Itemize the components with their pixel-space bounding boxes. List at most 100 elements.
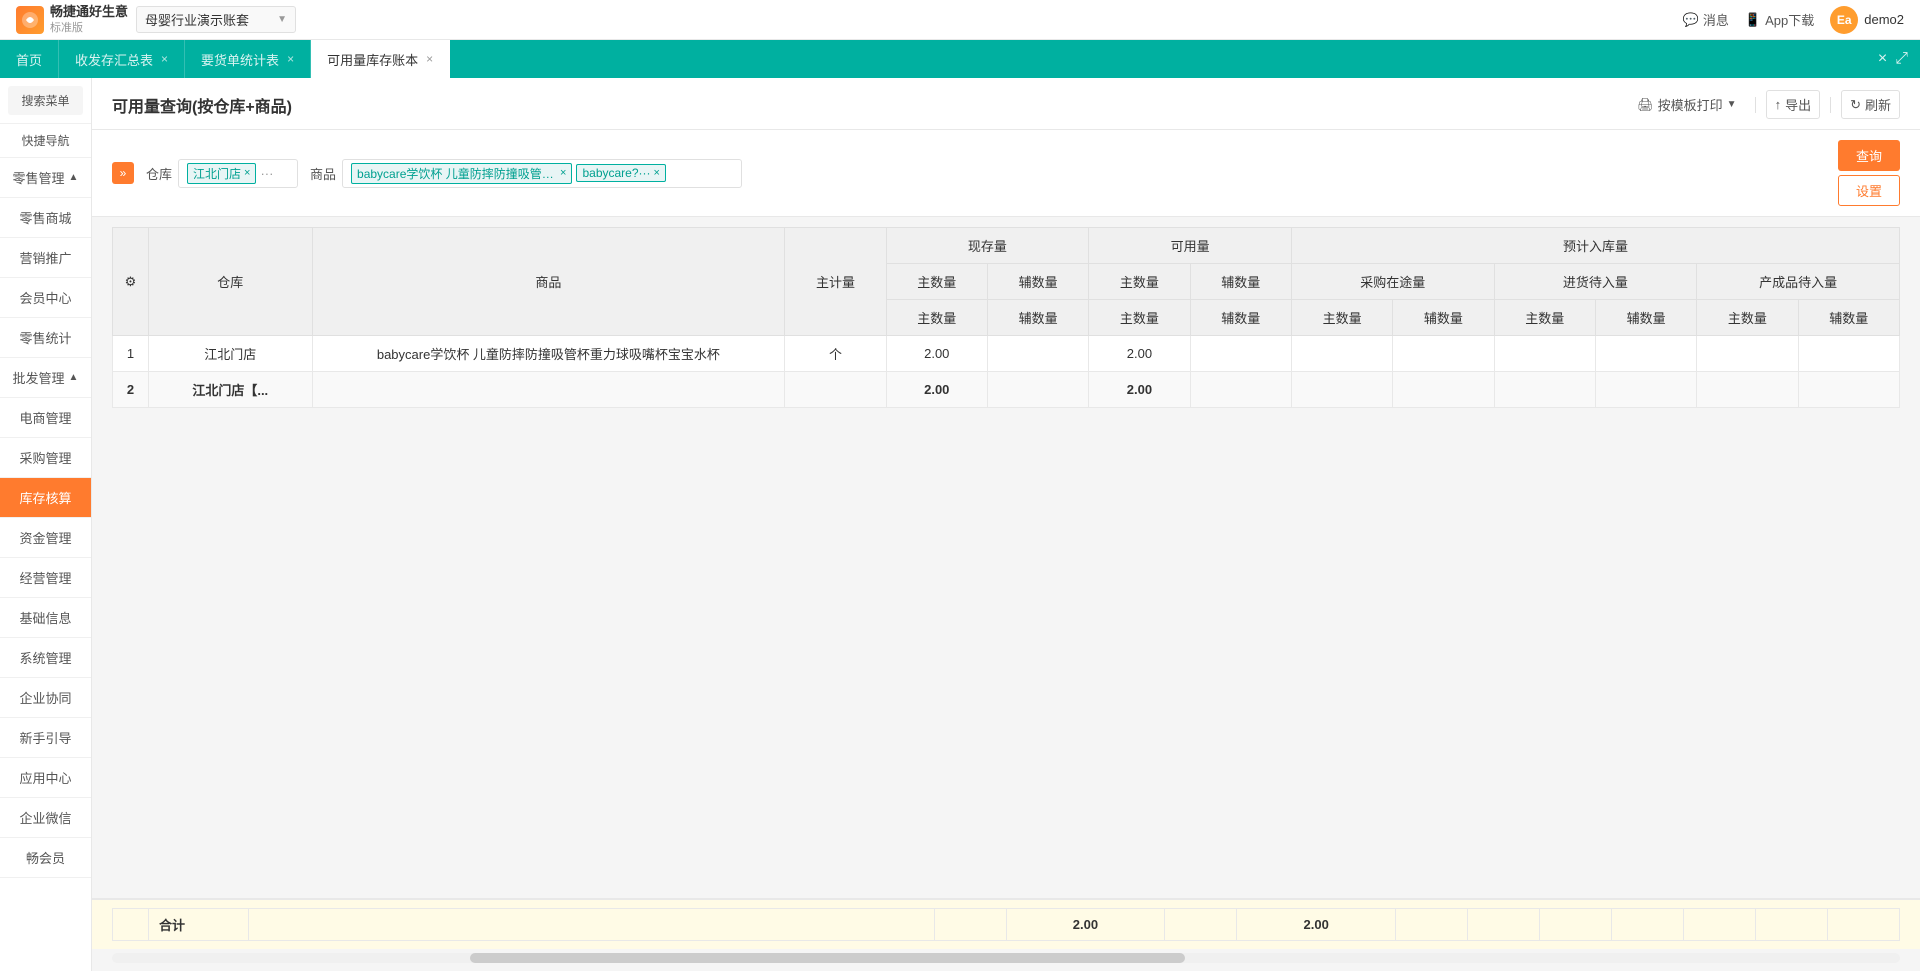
tab-available-stock[interactable]: 可用量库存账本 ×	[311, 40, 450, 78]
export-label: 导出	[1785, 95, 1811, 114]
row2-purchase-main	[1291, 372, 1392, 408]
table-row: 2 江北门店【... 2.00 2.00	[113, 372, 1900, 408]
sidebar-item-retail-mall[interactable]: 零售商城	[0, 198, 91, 238]
warehouse-filter-tags[interactable]: 江北门店 × ···	[178, 159, 298, 188]
products-pending-header: 产成品待入量	[1697, 264, 1900, 300]
product-filter-tags[interactable]: babycare学饮杯 儿童防摔防撞吸管杯重力球吸嘴杯宝宝水杯 × babyca…	[342, 159, 742, 188]
sidebar-item-system[interactable]: 系统管理	[0, 638, 91, 678]
sidebar-nav-button[interactable]: 快捷导航	[0, 124, 91, 158]
sidebar-item-ecommerce[interactable]: 电商管理	[0, 398, 91, 438]
print-icon: 🖨	[1637, 97, 1654, 113]
available-main-qty-header: 主数量	[1089, 264, 1190, 300]
row1-inbound-main	[1494, 336, 1595, 372]
warehouse-tag-close[interactable]: ×	[244, 167, 250, 179]
logo-main-text: 畅捷通好生意	[50, 4, 128, 21]
sidebar-item-app-center[interactable]: 应用中心	[0, 758, 91, 798]
top-bar: 畅捷通好生意 标准版 母婴行业演示账套 ▼ 💬 消息 📱 App下载 Ea de…	[0, 0, 1920, 40]
close-all-btn[interactable]: ×	[1878, 50, 1887, 68]
row2-inbound-main	[1494, 372, 1595, 408]
settings-gear-header[interactable]: ⚙	[113, 228, 149, 336]
logo: 畅捷通好生意 标准版	[16, 4, 128, 35]
product-tag-1-close[interactable]: ×	[560, 167, 566, 179]
print-button[interactable]: 🖨 按模板打印 ▼	[1629, 91, 1744, 118]
sidebar-member-label: 会员中心	[19, 288, 71, 307]
page-title: 可用量查询(按仓库+商品)	[112, 93, 292, 117]
row1-current-main: 2.00	[886, 336, 987, 372]
main-layout: 搜索菜单 快捷导航 零售管理 ▲ 零售商城 营销推广 会员中心 零售统计 批发管…	[0, 78, 1920, 971]
settings-button[interactable]: 设置	[1838, 175, 1900, 206]
footer-sum: 合计 2.00 2.00	[92, 898, 1920, 949]
message-button[interactable]: 💬 消息	[1683, 10, 1729, 29]
logo-sub-text: 标准版	[50, 21, 128, 35]
tab-home-label: 首页	[16, 50, 42, 69]
sidebar-item-basic[interactable]: 基础信息	[0, 598, 91, 638]
sidebar-inventory-label: 库存核算	[19, 488, 71, 507]
refresh-button[interactable]: ↻ 刷新	[1841, 90, 1900, 119]
horizontal-scrollbar[interactable]	[112, 953, 1900, 963]
sidebar-item-wechat-biz[interactable]: 企业微信	[0, 798, 91, 838]
sidebar-item-finance[interactable]: 资金管理	[0, 518, 91, 558]
sidebar-item-member[interactable]: 会员中心	[0, 278, 91, 318]
current-stock-group-header: 现存量	[886, 228, 1089, 264]
row2-purchase-aux	[1393, 372, 1494, 408]
product-tag-2-close[interactable]: ×	[654, 167, 660, 179]
sidebar-item-purchase[interactable]: 采购管理	[0, 438, 91, 478]
a-aux-h: 辅数量	[1190, 300, 1291, 336]
row2-unit	[785, 372, 886, 408]
search-menu-button[interactable]: 搜索菜单	[8, 86, 83, 115]
sum-current-main: 2.00	[1006, 909, 1165, 941]
c-aux-h: 辅数量	[987, 300, 1088, 336]
app-download-button[interactable]: 📱 App下载	[1745, 10, 1814, 29]
sidebar: 搜索菜单 快捷导航 零售管理 ▲ 零售商城 营销推广 会员中心 零售统计 批发管…	[0, 78, 92, 971]
ip-main-h: 主数量	[1494, 300, 1595, 336]
sidebar-item-vip[interactable]: 畅会员	[0, 838, 91, 878]
warehouse-more[interactable]: ···	[260, 166, 273, 181]
row1-no: 1	[113, 336, 149, 372]
table-container: ⚙ 仓库 商品 主计量 现存量 可用量 预计入库量 主数量 辅数量 主数量 辅数…	[92, 217, 1920, 898]
pp-main-h: 主数量	[1697, 300, 1798, 336]
close-icon[interactable]: ×	[426, 52, 433, 66]
sidebar-retail-mall-label: 零售商城	[19, 208, 71, 227]
industry-selector[interactable]: 母婴行业演示账套 ▼	[136, 6, 296, 33]
sidebar-item-batch-mgmt[interactable]: 批发管理 ▲	[0, 358, 91, 398]
sidebar-item-guide[interactable]: 新手引导	[0, 718, 91, 758]
scrollbar-thumb[interactable]	[470, 953, 1185, 963]
sidebar-item-marketing[interactable]: 营销推广	[0, 238, 91, 278]
current-aux-qty-header: 辅数量	[987, 264, 1088, 300]
a-main-h: 主数量	[1089, 300, 1190, 336]
main-unit-col-header: 主计量	[785, 228, 886, 336]
sidebar-item-enterprise[interactable]: 企业协同	[0, 678, 91, 718]
top-bar-right: 💬 消息 📱 App下载 Ea demo2	[1683, 6, 1904, 34]
sidebar-item-inventory[interactable]: 库存核算	[0, 478, 91, 518]
row1-purchase-main	[1291, 336, 1392, 372]
industry-label: 母婴行业演示账套	[145, 10, 249, 29]
row2-inbound-aux	[1595, 372, 1696, 408]
tab-order-label: 要货单统计表	[201, 50, 279, 69]
tab-receipt-summary[interactable]: 收发存汇总表 ×	[59, 40, 185, 78]
row2-avail-aux	[1190, 372, 1291, 408]
pp-aux-h: 辅数量	[1798, 300, 1899, 336]
sidebar-item-retail-stats[interactable]: 零售统计	[0, 318, 91, 358]
data-table: ⚙ 仓库 商品 主计量 现存量 可用量 预计入库量 主数量 辅数量 主数量 辅数…	[112, 227, 1900, 408]
user-menu[interactable]: Ea demo2	[1830, 6, 1904, 34]
close-icon[interactable]: ×	[161, 52, 168, 66]
product-col-header: 商品	[312, 228, 785, 336]
export-button[interactable]: ↑ 导出	[1766, 90, 1821, 119]
row1-avail-main: 2.00	[1089, 336, 1190, 372]
expand-icon: »	[120, 166, 127, 180]
row2-avail-main: 2.00	[1089, 372, 1190, 408]
sidebar-app-center-label: 应用中心	[19, 768, 71, 787]
tab-order-stats[interactable]: 要货单统计表 ×	[185, 40, 311, 78]
query-button[interactable]: 查询	[1838, 140, 1900, 171]
fullscreen-btn[interactable]: ⤢	[1895, 50, 1908, 68]
product-filter-label: 商品	[310, 164, 336, 183]
tab-home[interactable]: 首页	[0, 40, 59, 78]
sidebar-item-operations[interactable]: 经营管理	[0, 558, 91, 598]
sidebar-vip-label: 畅会员	[26, 848, 65, 867]
row2-current-main: 2.00	[886, 372, 987, 408]
tab-bar-right: × ⤢	[1866, 40, 1920, 78]
sidebar-item-retail-mgmt[interactable]: 零售管理 ▲	[0, 158, 91, 198]
close-icon[interactable]: ×	[287, 52, 294, 66]
warehouse-filter-label: 仓库	[146, 164, 172, 183]
expand-button[interactable]: »	[112, 162, 134, 184]
